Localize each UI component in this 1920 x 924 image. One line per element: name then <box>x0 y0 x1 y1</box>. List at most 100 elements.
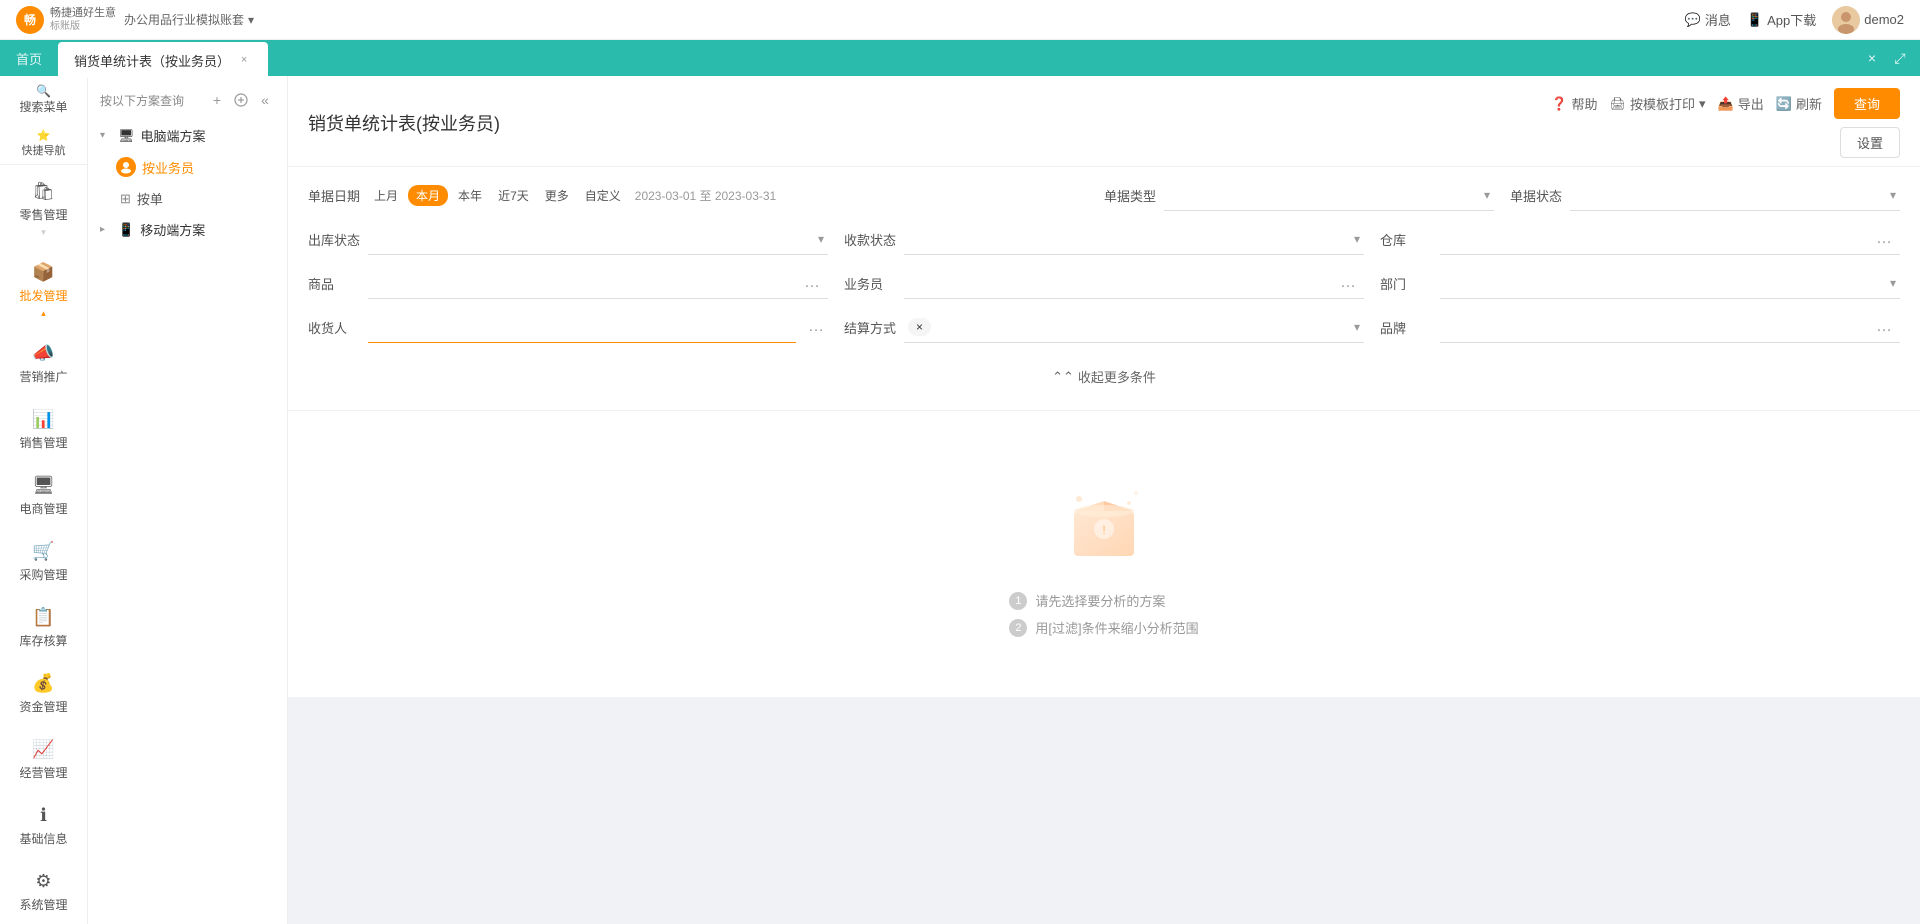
order-type-select[interactable]: ▾ <box>1164 179 1494 211</box>
brand-select[interactable]: … <box>1440 311 1900 343</box>
collapse-panel-btn[interactable]: « <box>255 90 275 110</box>
sidebar-item-sales[interactable]: 📊 销售管理 <box>0 397 87 463</box>
filter-row-3: 商品 … 业务员 … 部门 <box>308 267 1900 299</box>
empty-tips: 1 请先选择要分析的方案 2 用[过滤]条件来缩小分析范围 <box>1009 591 1198 637</box>
chevron-down-icon: ▾ <box>1354 232 1360 246</box>
filter-row-4: 收货人 … 结算方式 × ▾ 品牌 <box>308 311 1900 343</box>
chevron-down-icon: ▾ <box>1890 276 1896 290</box>
marketing-icon: 📣 <box>32 343 54 364</box>
workspace-selector[interactable]: 办公用品行业模拟账套 ▾ <box>124 11 254 28</box>
tab-current[interactable]: 销货单统计表（按业务员） × <box>58 42 268 78</box>
edit-scheme-btn[interactable] <box>231 90 251 110</box>
date-7-btn[interactable]: 近7天 <box>492 185 535 206</box>
settings-btn[interactable]: 设置 <box>1840 127 1900 158</box>
filter-salesperson: 业务员 … <box>844 267 1364 299</box>
mobile-icon: 📱 <box>118 222 134 238</box>
chevron-up-icon: ▴ <box>41 308 46 319</box>
print-icon: 🖨 <box>1610 96 1627 112</box>
scheme-by-order[interactable]: ⊞ 按单 <box>88 183 287 214</box>
date-year-btn[interactable]: 本年 <box>452 185 488 206</box>
department-select[interactable]: ▾ <box>1440 267 1900 299</box>
pc-section: ▾ 🖥 电脑端方案 按业务员 ⊞ 按单 ▸ 📱 移动端方案 <box>88 116 287 249</box>
operation-icon: 📈 <box>32 739 54 760</box>
collapse-icon: ⌃⌃ <box>1052 369 1074 385</box>
filter-row-1: 单据日期 上月 本月 本年 近7天 更多 自定义 2023-03-01 至 20… <box>308 179 1900 211</box>
sidebar-item-purchase[interactable]: 🛒 采购管理 <box>0 529 87 595</box>
product-select[interactable]: … <box>368 267 828 299</box>
settlement-tag: × <box>908 318 931 336</box>
download-icon: 📱 <box>1747 12 1763 28</box>
chevron-down-icon: ▾ <box>1484 188 1490 202</box>
tree-pc-header[interactable]: ▾ 🖥 电脑端方案 <box>88 120 287 151</box>
sidebar-item-finance[interactable]: 💰 资金管理 <box>0 661 87 727</box>
date-cur-btn[interactable]: 本月 <box>408 185 448 206</box>
chevron-down-icon: ▾ <box>41 227 46 238</box>
tab-home[interactable]: 首页 <box>0 40 58 76</box>
filter-payment-status: 收款状态 ▾ <box>844 223 1364 255</box>
empty-illustration: ! <box>1054 471 1154 571</box>
export-action[interactable]: 📤 导出 <box>1718 94 1764 113</box>
app-download-action[interactable]: 📱 App下载 <box>1747 10 1816 29</box>
warehouse-select[interactable]: … <box>1440 223 1900 255</box>
tree-expand-icon: ▾ <box>100 130 112 141</box>
search-icon: 🔍 <box>36 84 51 98</box>
sidebar-item-system[interactable]: ⚙ 系统管理 <box>0 859 87 924</box>
right-content: 销货单统计表(按业务员) ❓ 帮助 🖨 按模板打印 ▾ <box>288 76 1920 924</box>
salesperson-select[interactable]: … <box>904 267 1364 299</box>
sidebar-item-wholesale[interactable]: 📦 批发管理 ▴ <box>0 250 87 331</box>
stock-icon: 📋 <box>32 607 54 628</box>
collapse-btn[interactable]: ⌃⌃ 收起更多条件 <box>1044 359 1164 394</box>
page-title: 销货单统计表(按业务员) <box>308 110 500 136</box>
date-custom-btn[interactable]: 自定义 <box>579 185 627 206</box>
sidebar-item-ecommerce[interactable]: 🖥 电商管理 <box>0 463 87 529</box>
receiver-input[interactable] <box>368 311 796 343</box>
tree-mobile-header[interactable]: ▸ 📱 移动端方案 <box>88 214 287 245</box>
filter-brand: 品牌 … <box>1380 311 1900 343</box>
tree-expand-icon-mobile: ▸ <box>100 224 112 235</box>
sidebar-item-basic[interactable]: ℹ 基础信息 <box>0 793 87 859</box>
tab-close-btn[interactable]: × <box>236 52 252 68</box>
person-scheme-icon <box>116 157 136 177</box>
refresh-action[interactable]: 🔄 刷新 <box>1776 94 1822 113</box>
svg-text:!: ! <box>1102 523 1105 537</box>
filter-department: 部门 ▾ <box>1380 267 1900 299</box>
date-more-btn[interactable]: 更多 <box>539 185 575 206</box>
sidebar-item-stock[interactable]: 📋 库存核算 <box>0 595 87 661</box>
date-prev-btn[interactable]: 上月 <box>368 185 404 206</box>
ellipsis-icon: … <box>1336 274 1360 292</box>
out-status-select[interactable]: ▾ <box>368 223 828 255</box>
filter-warehouse: 仓库 … <box>1380 223 1900 255</box>
window-close-btn[interactable]: × <box>1860 46 1884 70</box>
settlement-tag-close[interactable]: × <box>916 320 923 334</box>
collapse-section: ⌃⌃ 收起更多条件 <box>308 355 1900 398</box>
add-scheme-btn[interactable]: + <box>207 90 227 110</box>
query-btn[interactable]: 查询 <box>1834 88 1900 119</box>
help-action[interactable]: ❓ 帮助 <box>1551 94 1597 113</box>
message-action[interactable]: 💬 消息 <box>1685 10 1731 29</box>
settlement-select[interactable]: × ▾ <box>904 311 1364 343</box>
date-range-text: 2023-03-01 至 2023-03-31 <box>635 187 776 204</box>
ellipsis-icon: … <box>1872 318 1896 336</box>
sidebar-item-retail[interactable]: 🛍 零售管理 ▾ <box>0 169 87 250</box>
window-max-btn[interactable]: ⤢ <box>1888 46 1912 70</box>
chevron-down-icon: ▾ <box>818 232 824 246</box>
print-action[interactable]: 🖨 按模板打印 ▾ <box>1610 94 1706 113</box>
filter-settlement: 结算方式 × ▾ <box>844 311 1364 343</box>
user-action[interactable]: demo2 <box>1832 6 1904 34</box>
sidebar-search[interactable]: 🔍 搜索菜单 <box>0 76 87 123</box>
filter-area: 单据日期 上月 本月 本年 近7天 更多 自定义 2023-03-01 至 20… <box>288 167 1920 411</box>
date-quick-btns: 上月 本月 本年 近7天 更多 自定义 <box>368 185 627 206</box>
sales-icon: 📊 <box>32 409 54 430</box>
sidebar-item-operation[interactable]: 📈 经营管理 <box>0 727 87 793</box>
left-panel-header: 按以下方案查询 + « <box>88 84 287 116</box>
scheme-by-salesperson[interactable]: 按业务员 <box>88 151 287 183</box>
sidebar-quicknav[interactable]: ⭐ 快捷导航 <box>0 123 87 165</box>
payment-status-select[interactable]: ▾ <box>904 223 1364 255</box>
page-inner: 按以下方案查询 + « ▾ 🖥 电脑端方案 <box>88 76 1920 924</box>
empty-tip-1: 1 请先选择要分析的方案 <box>1009 591 1198 610</box>
pc-icon: 🖥 <box>118 128 135 144</box>
order-status-select[interactable]: ▾ <box>1570 179 1900 211</box>
sidebar-item-marketing[interactable]: 📣 营销推广 <box>0 331 87 397</box>
page-header-actions: ❓ 帮助 🖨 按模板打印 ▾ 📤 导出 <box>1551 88 1900 119</box>
ellipsis-icon: … <box>804 318 828 336</box>
